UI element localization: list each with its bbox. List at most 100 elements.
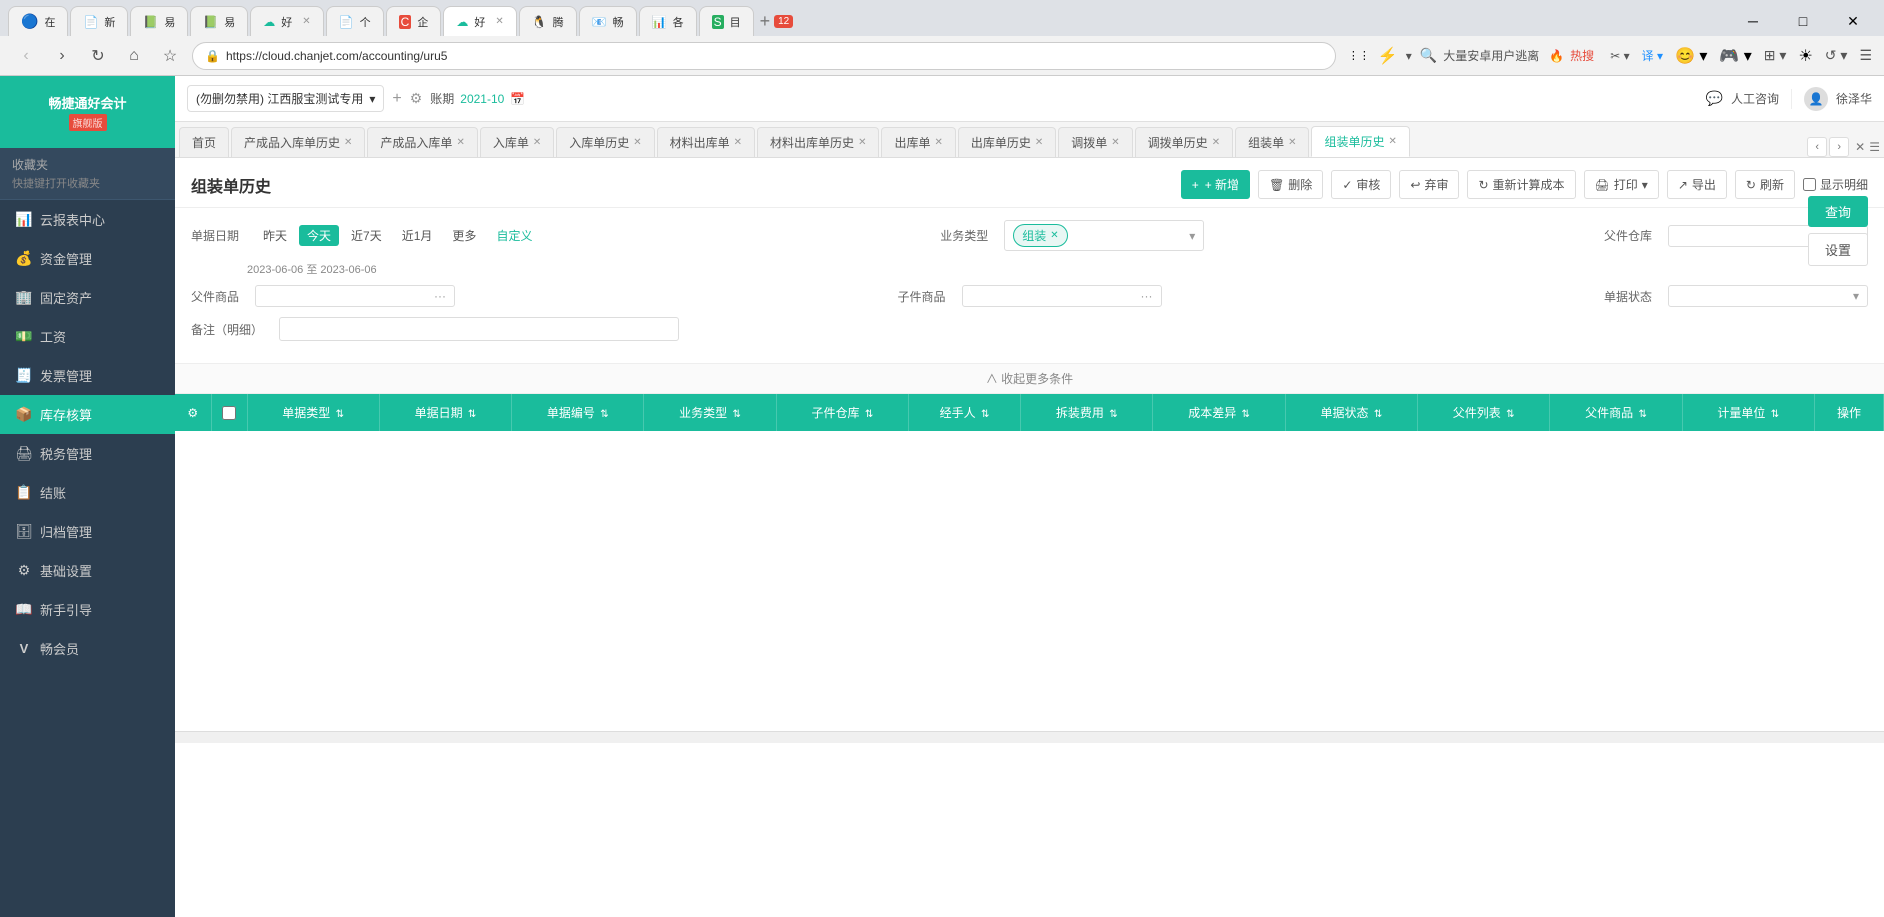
reload-btn[interactable]: ↻ bbox=[84, 42, 112, 70]
close-btn[interactable]: ✕ bbox=[1830, 6, 1876, 36]
game-icon[interactable]: 🎮 ▾ bbox=[1719, 46, 1751, 66]
settings-btn-topbar[interactable]: ⚙ bbox=[410, 90, 423, 107]
browser-tab-3[interactable]: 📗 易 bbox=[130, 6, 188, 36]
recalculate-button[interactable]: ↻ 重新计算成本 bbox=[1467, 170, 1575, 199]
col-child-warehouse[interactable]: 子件仓库 ⇅ bbox=[776, 394, 908, 431]
audit-button[interactable]: ✓ 审核 bbox=[1331, 170, 1391, 199]
col-parent-goods[interactable]: 父件商品 ⇅ bbox=[1550, 394, 1682, 431]
business-type-tag-close[interactable]: ✕ bbox=[1050, 230, 1058, 241]
undo-icon[interactable]: ↺ ▾ bbox=[1825, 47, 1848, 64]
refresh-button[interactable]: ↻ 刷新 bbox=[1735, 170, 1795, 199]
search-button[interactable]: 查询 bbox=[1808, 196, 1868, 227]
close-all-tabs[interactable]: ✕ bbox=[1855, 140, 1865, 154]
col-number[interactable]: 单据编号 ⇅ bbox=[512, 394, 644, 431]
lightning-icon[interactable]: ⚡ bbox=[1378, 46, 1398, 66]
nav-tab-assembly-in-history[interactable]: 产成品入库单历史 ✕ bbox=[231, 127, 365, 157]
date-option-more[interactable]: 更多 bbox=[444, 225, 484, 246]
sidebar-favorites[interactable]: 收藏夹 快捷键打开收藏夹 bbox=[0, 148, 175, 200]
col-date[interactable]: 单据日期 ⇅ bbox=[379, 394, 511, 431]
browser-tab-12[interactable]: S 目 bbox=[699, 6, 754, 36]
favorites-title[interactable]: 收藏夹 bbox=[12, 156, 163, 173]
nav-tab-transfer-history[interactable]: 调拨单历史 ✕ bbox=[1135, 127, 1233, 157]
nav-tab-out-order[interactable]: 出库单 ✕ bbox=[881, 127, 955, 157]
business-type-input[interactable]: 组装 ✕ ▾ bbox=[1004, 220, 1204, 251]
tab-close-out-order[interactable]: ✕ bbox=[934, 137, 942, 148]
company-selector[interactable]: (勿删勿禁用) 江西服宝测试专用 ▾ bbox=[187, 85, 384, 112]
maximize-btn[interactable]: □ bbox=[1780, 6, 1826, 36]
browser-tab-2[interactable]: 📄 新 bbox=[70, 6, 128, 36]
tab-close-out-history[interactable]: ✕ bbox=[1035, 137, 1043, 148]
grid-icon[interactable]: ⊞ ▾ bbox=[1764, 47, 1787, 64]
bookmark-btn[interactable]: ☆ bbox=[156, 42, 184, 70]
tab-scroll-right[interactable]: › bbox=[1829, 137, 1849, 157]
select-all-checkbox[interactable] bbox=[222, 406, 236, 420]
user-label[interactable]: 徐泽华 bbox=[1836, 90, 1872, 107]
sidebar-item-funds[interactable]: 💰 资金管理 bbox=[0, 239, 175, 278]
display-detail-container[interactable]: 显示明细 bbox=[1803, 176, 1868, 193]
notes-input[interactable] bbox=[279, 317, 679, 341]
nav-tab-material-out[interactable]: 材料出库单 ✕ bbox=[657, 127, 755, 157]
tab-close-assembly-history[interactable]: ✕ bbox=[1389, 136, 1397, 147]
col-parent-list[interactable]: 父件列表 ⇅ bbox=[1418, 394, 1550, 431]
browser-tab-4[interactable]: 📗 易 bbox=[190, 6, 248, 36]
date-option-last1month[interactable]: 近1月 bbox=[394, 225, 441, 246]
minimize-btn[interactable]: ─ bbox=[1730, 6, 1776, 36]
menu-icon[interactable]: ☰ bbox=[1859, 47, 1872, 64]
nav-tab-in-order[interactable]: 入库单 ✕ bbox=[480, 127, 554, 157]
child-goods-more[interactable]: ··· bbox=[1141, 289, 1153, 303]
col-disassemble-fee[interactable]: 拆装费用 ⇅ bbox=[1021, 394, 1153, 431]
translate-icon[interactable]: 译 ▾ bbox=[1642, 47, 1663, 64]
back-btn[interactable]: ‹ bbox=[12, 42, 40, 70]
child-goods-input[interactable]: ··· bbox=[962, 285, 1162, 307]
display-detail-checkbox[interactable] bbox=[1803, 178, 1816, 191]
browser-tab-8[interactable]: ☁ 好 ✕ bbox=[443, 6, 516, 36]
browser-tab-10[interactable]: 📧 畅 bbox=[579, 6, 637, 36]
date-option-yesterday[interactable]: 昨天 bbox=[255, 225, 295, 246]
tab-scroll-left[interactable]: ‹ bbox=[1807, 137, 1827, 157]
nav-tab-assembly-history[interactable]: 组装单历史 ✕ bbox=[1311, 126, 1409, 157]
browser-tab-5[interactable]: ☁ 好 ✕ bbox=[250, 6, 323, 36]
collapse-button[interactable]: ∧ 收起更多条件 bbox=[175, 364, 1884, 394]
forward-btn[interactable]: › bbox=[48, 42, 76, 70]
nav-tab-out-history[interactable]: 出库单历史 ✕ bbox=[958, 127, 1056, 157]
nav-tab-home[interactable]: 首页 bbox=[179, 127, 229, 157]
sidebar-item-reports[interactable]: 📊 云报表中心 bbox=[0, 200, 175, 239]
delete-button[interactable]: 🗑 删除 bbox=[1258, 170, 1323, 199]
browser-tab-7[interactable]: C 企 bbox=[386, 6, 442, 36]
sun-icon[interactable]: ☀ bbox=[1798, 46, 1812, 66]
sidebar-item-settlement[interactable]: 📋 结账 bbox=[0, 473, 175, 512]
col-business-type[interactable]: 业务类型 ⇅ bbox=[644, 394, 776, 431]
tab-close-material-out-history[interactable]: ✕ bbox=[858, 137, 866, 148]
col-settings[interactable]: ⚙ bbox=[175, 394, 211, 431]
calendar-icon[interactable]: 📅 bbox=[510, 92, 525, 106]
browser-tab-11[interactable]: 📊 各 bbox=[639, 6, 697, 36]
order-status-select[interactable]: ▾ bbox=[1668, 285, 1868, 307]
col-handler[interactable]: 经手人 ⇅ bbox=[908, 394, 1020, 431]
nav-tab-assembly-in[interactable]: 产成品入库单 ✕ bbox=[367, 127, 477, 157]
col-unit[interactable]: 计量单位 ⇅ bbox=[1682, 394, 1814, 431]
tab-close-assembly-in[interactable]: ✕ bbox=[456, 137, 464, 148]
sidebar-item-invoice[interactable]: 🧾 发票管理 bbox=[0, 356, 175, 395]
dropdown-arrow[interactable]: ▾ bbox=[1406, 49, 1412, 63]
home-btn[interactable]: ⌂ bbox=[120, 42, 148, 70]
abandon-button[interactable]: ↩ 弃审 bbox=[1399, 170, 1459, 199]
tab-close-assembly-in-history[interactable]: ✕ bbox=[344, 137, 352, 148]
apps-icon[interactable]: ⋮⋮ bbox=[1348, 49, 1370, 62]
sidebar-item-fixed-assets[interactable]: 🏢 固定资产 bbox=[0, 278, 175, 317]
browser-tab-1[interactable]: 🔵 在 bbox=[8, 6, 68, 36]
col-order-status[interactable]: 单据状态 ⇅ bbox=[1285, 394, 1417, 431]
order-status-dropdown[interactable]: ▾ bbox=[1853, 289, 1859, 303]
sidebar-item-inventory[interactable]: 📦 库存核算 bbox=[0, 395, 175, 434]
filter-settings-button[interactable]: 设置 bbox=[1808, 233, 1868, 266]
nav-tab-assembly[interactable]: 组装单 ✕ bbox=[1235, 127, 1309, 157]
nav-tab-transfer[interactable]: 调拨单 ✕ bbox=[1058, 127, 1132, 157]
business-type-dropdown[interactable]: ▾ bbox=[1189, 229, 1195, 243]
add-btn-topbar[interactable]: + bbox=[392, 90, 401, 108]
parent-goods-input[interactable]: ··· bbox=[255, 285, 455, 307]
tab-close-transfer-history[interactable]: ✕ bbox=[1212, 137, 1220, 148]
add-button[interactable]: + + 新增 bbox=[1181, 170, 1250, 199]
sidebar-item-payroll[interactable]: 💵 工资 bbox=[0, 317, 175, 356]
tab-count-badge[interactable]: 12 bbox=[774, 15, 793, 28]
tab-close-in-order[interactable]: ✕ bbox=[533, 137, 541, 148]
url-bar[interactable]: 🔒 https://cloud.chanjet.com/accounting/u… bbox=[192, 42, 1336, 70]
